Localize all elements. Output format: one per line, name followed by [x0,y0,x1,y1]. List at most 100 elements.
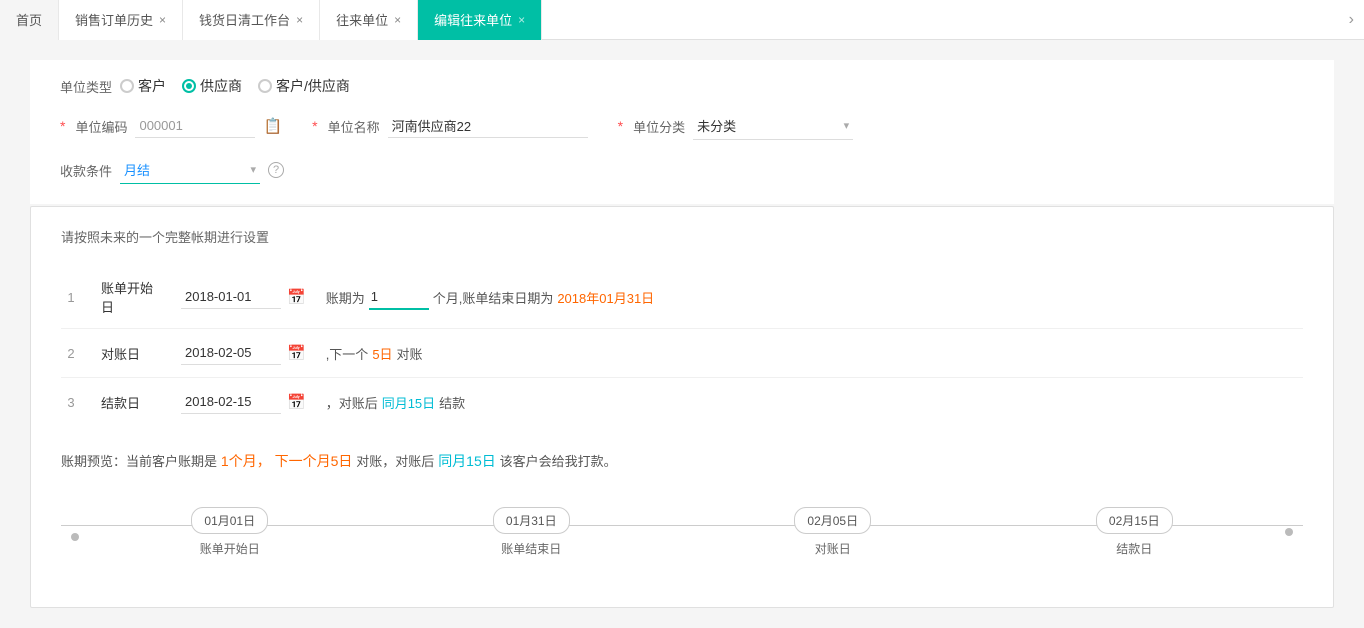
tab-cash-work[interactable]: 钱货日清工作台 × [183,0,320,40]
step-suffix-end-2: 对账 [397,344,423,363]
timeline-points: 01月01日 账单开始日 01月31日 账单结束日 02月05日 对账日 02月… [79,507,1285,557]
radio-customer-label: 客户 [138,76,166,96]
payment-field: 收款条件 月结 ▾ ? [60,156,284,184]
step-row-3: 3 结款日 📅 ，对账后 同月15日 结款 [61,378,1303,426]
timeline-point-3: 02月05日 对账日 [794,507,871,557]
unit-category-required: * [618,118,623,134]
timeline-node-2: 01月31日 [493,507,570,534]
step-highlight-mid-3: 同月15日 [382,393,435,412]
tab-edit-partner-close[interactable]: × [518,13,525,27]
radio-customer[interactable]: 客户 [120,76,166,96]
step-date-group-1: 📅 [181,285,306,309]
unit-category-arrow-icon: ▾ [844,119,850,132]
preview-5: 该客户会给我打款。 [500,454,617,469]
tab-cash-work-close[interactable]: × [296,13,303,27]
tab-partner-close[interactable]: × [394,13,401,27]
timeline-point-4: 02月15日 结款日 [1096,507,1173,557]
step-num-1: 1 [61,290,81,305]
step-date-group-3: 📅 [181,390,306,414]
preview-label: 账期预览：当前客户账期是 [61,454,217,469]
step-date-input-1[interactable] [181,285,281,309]
preview-2: 下一个月5日 [275,453,353,469]
step-suffix-3: ，对账后 同月15日 结款 [326,393,466,412]
payment-arrow-icon: ▾ [250,163,256,176]
step-suffix-1: 账期为 个月,账单结束日期为 2018年01月31日 [326,285,654,310]
tab-partner[interactable]: 往来单位 × [320,0,418,40]
step-num-3: 3 [61,395,81,410]
step-cal-icon-2[interactable]: 📅 [287,344,306,362]
radio-supplier[interactable]: 供应商 [182,76,242,96]
unit-code-copy-icon[interactable]: 📋 [263,117,282,135]
timeline-dot-left [71,533,79,541]
step-prefix-3: ，对账后 [326,393,378,412]
timeline-node-4: 02月15日 [1096,507,1173,534]
tab-sales-order-history-close[interactable]: × [159,13,166,27]
tab-home-label: 首页 [16,10,42,29]
timeline-node-3: 02月05日 [794,507,871,534]
unit-name-required: * [312,118,317,134]
timeline: 01月01日 账单开始日 01月31日 账单结束日 02月05日 对账日 02月… [61,497,1303,587]
step-suffix-2: ,下一个 5日 对账 [326,344,423,363]
payment-help-icon[interactable]: ? [268,162,284,178]
timeline-point-1: 01月01日 账单开始日 [191,507,268,557]
unit-name-input[interactable] [388,114,588,138]
tab-edit-partner-label: 编辑往来单位 [434,10,512,29]
unit-code-required: * [60,118,65,134]
payment-dropdown[interactable]: 月结 ▾ [120,156,260,184]
step-highlight-mid-2: 5日 [372,344,392,363]
preview-1: 1个月， [221,453,271,469]
preview-3: 对账，对账后 [356,454,434,469]
step-period-input[interactable] [369,285,429,310]
timeline-point-2: 01月31日 账单结束日 [493,507,570,557]
unit-category-field: * 单位分类 未分类 ▾ [618,112,853,140]
step-name-2: 对账日 [101,344,161,363]
preview-section: 账期预览：当前客户账期是 1个月， 下一个月5日 对账，对账后 同月15日 该客… [61,450,1303,473]
radio-both-label: 客户/供应商 [276,76,350,96]
main-content: 单位类型 客户 供应商 客户/供应商 [0,40,1364,628]
step-suffix-before-1: 账期为 [326,288,365,307]
card-section: 请按照未来的一个完整帐期进行设置 1 账单开始日 📅 账期为 个月,账单结束日期… [30,206,1334,608]
tab-home[interactable]: 首页 [0,0,59,40]
unit-category-dropdown[interactable]: 未分类 ▾ [693,112,853,140]
timeline-label-1: 账单开始日 [200,540,260,557]
tab-cash-work-label: 钱货日清工作台 [199,10,290,29]
unit-type-field: 单位类型 客户 供应商 客户/供应商 [60,76,350,96]
step-row-2: 2 对账日 📅 ,下一个 5日 对账 [61,329,1303,378]
step-suffix-end-3: 结款 [439,393,465,412]
steps-table: 1 账单开始日 📅 账期为 个月,账单结束日期为 2018年01月31日 2 对… [61,266,1303,426]
step-name-1: 账单开始日 [101,278,161,316]
radio-supplier-circle [182,79,196,93]
step-date-group-2: 📅 [181,341,306,365]
payment-value: 月结 [124,160,246,179]
unit-code-field: * 单位编码 📋 [60,114,282,138]
step-prefix-2: ,下一个 [326,344,369,363]
tab-edit-partner[interactable]: 编辑往来单位 × [418,0,542,40]
step-highlight-date-1: 2018年01月31日 [557,288,654,307]
tabs-arrow[interactable]: › [1339,11,1364,29]
step-suffix-after-1: 个月,账单结束日期为 [433,288,554,307]
preview-4: 同月15日 [438,453,496,469]
unit-code-label: 单位编码 [75,117,127,136]
timeline-node-1: 01月01日 [191,507,268,534]
unit-code-input[interactable] [135,114,255,138]
tab-partner-label: 往来单位 [336,10,388,29]
step-date-input-2[interactable] [181,341,281,365]
radio-both-circle [258,79,272,93]
step-row-1: 1 账单开始日 📅 账期为 个月,账单结束日期为 2018年01月31日 [61,266,1303,329]
step-cal-icon-3[interactable]: 📅 [287,393,306,411]
payment-label: 收款条件 [60,161,112,180]
unit-type-radio-group: 客户 供应商 客户/供应商 [120,76,350,96]
step-name-3: 结款日 [101,393,161,412]
timeline-label-2: 账单结束日 [501,540,561,557]
step-date-input-3[interactable] [181,390,281,414]
unit-name-label: 单位名称 [328,117,380,136]
unit-name-field: * 单位名称 [312,114,587,138]
radio-supplier-label: 供应商 [200,76,242,96]
tab-sales-order-history[interactable]: 销售订单历史 × [59,0,183,40]
card-instruction: 请按照未来的一个完整帐期进行设置 [61,227,1303,246]
radio-both[interactable]: 客户/供应商 [258,76,350,96]
step-cal-icon-1[interactable]: 📅 [287,288,306,306]
timeline-label-3: 对账日 [815,540,851,557]
radio-customer-circle [120,79,134,93]
tab-sales-order-history-label: 销售订单历史 [75,10,153,29]
